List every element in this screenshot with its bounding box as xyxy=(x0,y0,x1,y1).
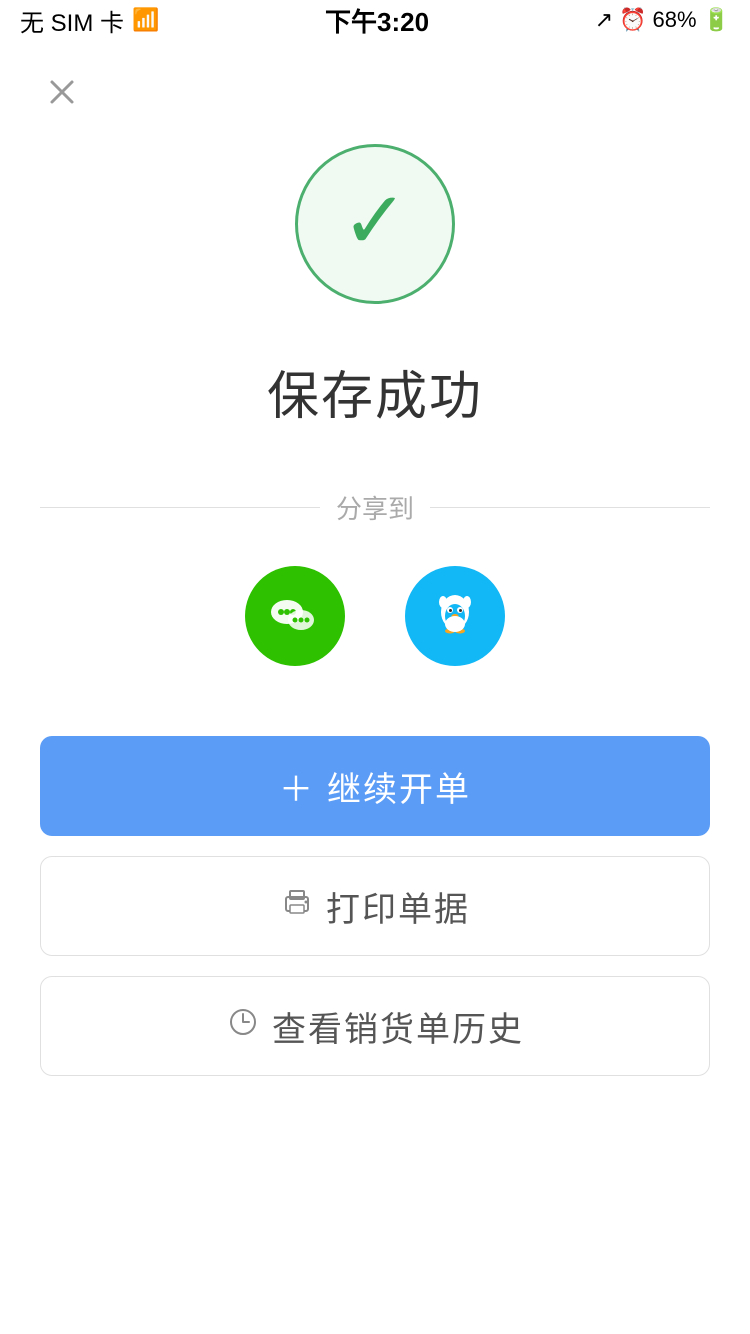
location-icon: ↗ xyxy=(595,7,613,33)
continue-order-button[interactable]: ＋ 继续开单 xyxy=(40,736,710,836)
wechat-icon xyxy=(265,586,325,646)
close-button[interactable] xyxy=(40,70,84,114)
battery-percent: 68% xyxy=(653,7,697,33)
continue-label: 继续开单 xyxy=(327,762,471,811)
share-icons-row xyxy=(245,566,505,666)
action-buttons: ＋ 继续开单 打印单据 查看销货单历史 xyxy=(40,736,710,1076)
battery-icon: 🔋 xyxy=(703,7,730,33)
qq-icon xyxy=(427,588,483,644)
divider-right xyxy=(430,507,710,508)
history-label: 查看销货单历史 xyxy=(272,1002,524,1051)
main-content: ✓ 保存成功 分享到 xyxy=(0,124,750,1334)
print-button[interactable]: 打印单据 xyxy=(40,856,710,956)
share-wechat-button[interactable] xyxy=(245,566,345,666)
wifi-icon: 📶 xyxy=(132,7,159,33)
status-right: ↗ ⏰ 68% 🔋 xyxy=(595,7,730,33)
status-bar: 无 SIM 卡 📶 下午3:20 ↗ ⏰ 68% 🔋 xyxy=(0,0,750,40)
sim-label: 无 SIM 卡 xyxy=(20,3,124,38)
status-time: 下午3:20 xyxy=(325,2,429,39)
close-btn-area xyxy=(0,40,750,124)
alarm-icon: ⏰ xyxy=(619,7,646,33)
print-label: 打印单据 xyxy=(326,882,470,931)
view-history-button[interactable]: 查看销货单历史 xyxy=(40,976,710,1076)
close-icon xyxy=(48,78,76,106)
success-title: 保存成功 xyxy=(267,354,483,429)
share-qq-button[interactable] xyxy=(405,566,505,666)
divider-left xyxy=(40,507,320,508)
success-icon-wrapper: ✓ xyxy=(295,144,455,304)
share-label: 分享到 xyxy=(336,489,414,526)
checkmark-icon: ✓ xyxy=(341,181,408,261)
history-icon xyxy=(226,1005,260,1048)
status-left: 无 SIM 卡 📶 xyxy=(20,3,159,38)
print-icon xyxy=(280,885,314,928)
share-divider-row: 分享到 xyxy=(40,489,710,526)
plus-icon: ＋ xyxy=(279,762,315,811)
